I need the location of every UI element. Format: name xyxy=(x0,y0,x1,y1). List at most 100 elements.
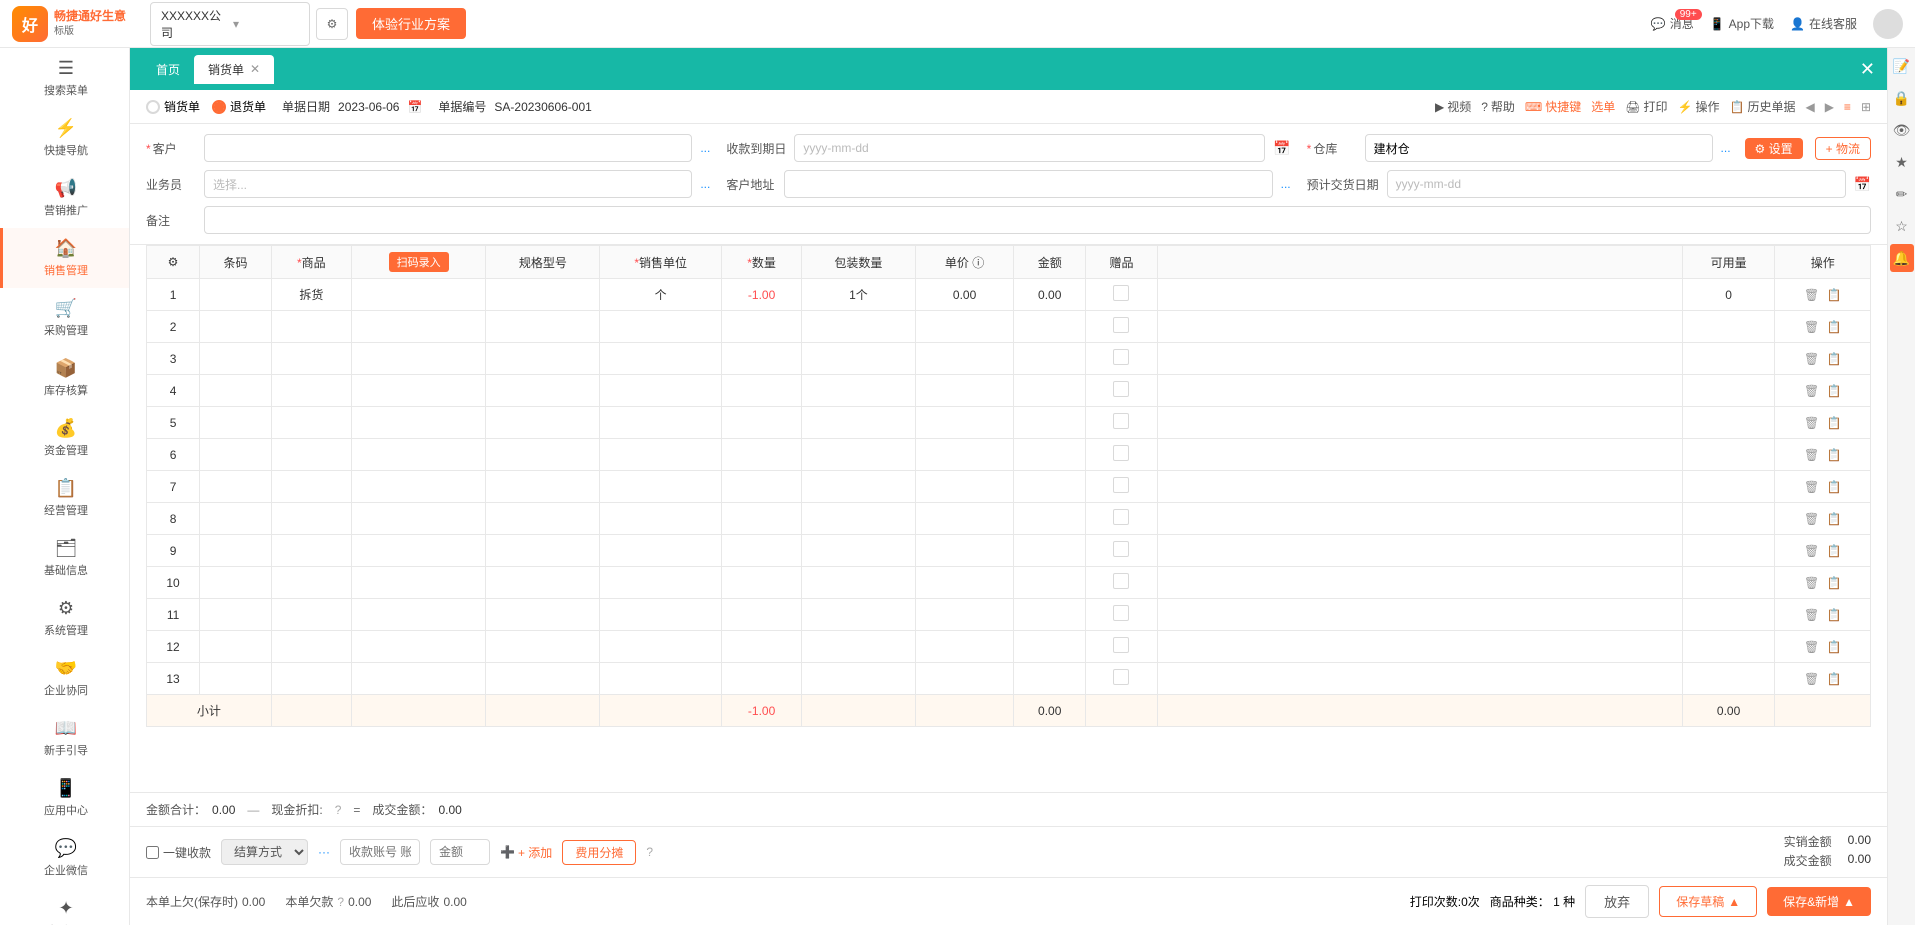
logistics-btn[interactable]: + 物流 xyxy=(1815,137,1871,160)
row-pack-qty[interactable] xyxy=(802,503,916,535)
copy-icon[interactable]: 📋 xyxy=(1827,448,1842,462)
row-product[interactable] xyxy=(271,631,351,663)
nav-next-icon[interactable]: ▶ xyxy=(1825,100,1834,114)
gift-checkbox[interactable] xyxy=(1113,445,1129,461)
far-right-lock-btn[interactable]: 🔒 xyxy=(1890,84,1914,112)
row-amount[interactable] xyxy=(1014,535,1086,567)
row-gift[interactable] xyxy=(1086,311,1158,343)
row-unit[interactable] xyxy=(600,375,722,407)
nav-prev-icon[interactable]: ◀ xyxy=(1805,100,1814,114)
expected-date-input[interactable]: yyyy-mm-dd xyxy=(1387,170,1846,198)
gift-checkbox[interactable] xyxy=(1113,509,1129,525)
row-barcode[interactable] xyxy=(200,471,272,503)
row-price[interactable] xyxy=(915,567,1014,599)
row-unit[interactable] xyxy=(600,535,722,567)
row-gift[interactable] xyxy=(1086,343,1158,375)
row-quantity[interactable] xyxy=(722,311,802,343)
one-click-payment-input[interactable] xyxy=(146,846,159,859)
far-right-fav-btn[interactable]: ☆ xyxy=(1890,212,1914,240)
row-pack-qty[interactable] xyxy=(802,439,916,471)
row-gift[interactable] xyxy=(1086,631,1158,663)
sidebar-item-operations[interactable]: 📋 经营管理 xyxy=(0,468,129,528)
payment-method-dots[interactable]: ··· xyxy=(318,845,330,859)
row-quantity[interactable] xyxy=(722,439,802,471)
calendar-icon-expected[interactable]: 📅 xyxy=(1854,176,1871,193)
row-amount[interactable] xyxy=(1014,343,1086,375)
row-product[interactable] xyxy=(271,535,351,567)
view-grid-icon[interactable]: ⊞ xyxy=(1861,100,1871,114)
row-spec[interactable] xyxy=(486,375,600,407)
avatar[interactable] xyxy=(1873,9,1903,39)
row-gift[interactable] xyxy=(1086,599,1158,631)
row-barcode[interactable] xyxy=(200,599,272,631)
row-price[interactable] xyxy=(915,471,1014,503)
row-quantity[interactable] xyxy=(722,343,802,375)
row-quantity[interactable]: -1.00 xyxy=(722,279,802,311)
payment-due-input[interactable]: yyyy-mm-dd xyxy=(794,134,1265,162)
gift-checkbox[interactable] xyxy=(1113,285,1129,301)
row-pack-qty[interactable] xyxy=(802,375,916,407)
row-spec[interactable] xyxy=(486,343,600,375)
sidebar-item-quick-nav[interactable]: ⚡ 快捷导航 xyxy=(0,108,129,168)
row-quantity[interactable] xyxy=(722,599,802,631)
row-product[interactable] xyxy=(271,375,351,407)
row-spec[interactable] xyxy=(486,663,600,695)
row-product[interactable] xyxy=(271,567,351,599)
row-gift[interactable] xyxy=(1086,567,1158,599)
row-amount[interactable] xyxy=(1014,567,1086,599)
row-unit[interactable] xyxy=(600,503,722,535)
row-gift[interactable] xyxy=(1086,535,1158,567)
row-gift[interactable] xyxy=(1086,439,1158,471)
gift-checkbox[interactable] xyxy=(1113,669,1129,685)
row-pack-qty[interactable] xyxy=(802,343,916,375)
payment-account-input[interactable] xyxy=(340,839,420,865)
sidebar-item-finance[interactable]: 💰 资金管理 xyxy=(0,408,129,468)
salesperson-input[interactable]: 选择... xyxy=(204,170,692,198)
row-spec[interactable] xyxy=(486,407,600,439)
row-amount[interactable] xyxy=(1014,599,1086,631)
gift-checkbox[interactable] xyxy=(1113,349,1129,365)
copy-icon[interactable]: 📋 xyxy=(1827,640,1842,654)
sidebar-item-guide[interactable]: 📖 新手引导 xyxy=(0,708,129,768)
company-selector[interactable]: XXXXXX公司 ▾ xyxy=(150,2,310,46)
sidebar-item-basic[interactable]: 🗂 基础信息 xyxy=(0,528,129,588)
sidebar-item-inventory[interactable]: 📦 库存核算 xyxy=(0,348,129,408)
sidebar-item-wechat[interactable]: 💬 企业微信 xyxy=(0,828,129,888)
row-spec[interactable] xyxy=(486,503,600,535)
customer-input[interactable] xyxy=(204,134,692,162)
payment-amount-input[interactable] xyxy=(430,839,490,865)
row-amount[interactable] xyxy=(1014,503,1086,535)
row-price[interactable] xyxy=(915,535,1014,567)
row-barcode[interactable] xyxy=(200,631,272,663)
gift-checkbox[interactable] xyxy=(1113,573,1129,589)
row-unit[interactable] xyxy=(600,439,722,471)
abandon-button[interactable]: 放弃 xyxy=(1585,885,1649,918)
row-price[interactable] xyxy=(915,375,1014,407)
sidebar-item-marketing[interactable]: 📢 营销推广 xyxy=(0,168,129,228)
sidebar-item-enterprise[interactable]: 🤝 企业协同 xyxy=(0,648,129,708)
row-barcode[interactable] xyxy=(200,407,272,439)
row-barcode[interactable] xyxy=(200,535,272,567)
radio-sales[interactable]: 销货单 xyxy=(146,98,200,115)
video-btn[interactable]: ▶视频 xyxy=(1435,98,1471,115)
delete-icon[interactable]: 🗑 xyxy=(1804,480,1819,494)
row-unit[interactable] xyxy=(600,407,722,439)
gift-checkbox[interactable] xyxy=(1113,413,1129,429)
row-quantity[interactable] xyxy=(722,407,802,439)
row-barcode[interactable] xyxy=(200,503,272,535)
gift-checkbox[interactable] xyxy=(1113,477,1129,493)
close-window-icon[interactable]: ✕ xyxy=(1860,59,1875,80)
row-product[interactable] xyxy=(271,407,351,439)
row-quantity[interactable] xyxy=(722,471,802,503)
sidebar-item-appstore[interactable]: 📱 应用中心 xyxy=(0,768,129,828)
far-right-pen-btn[interactable]: ✏ xyxy=(1890,180,1914,208)
row-unit[interactable] xyxy=(600,471,722,503)
sidebar-item-sales[interactable]: 🏠 销售管理 xyxy=(0,228,129,288)
operate-btn[interactable]: ⚡操作 xyxy=(1678,98,1720,115)
th-scan[interactable]: 扫码录入 xyxy=(351,246,486,279)
delete-icon[interactable]: 🗑 xyxy=(1804,416,1819,430)
row-price[interactable] xyxy=(915,599,1014,631)
expense-btn[interactable]: 费用分摊 xyxy=(562,840,636,865)
copy-icon[interactable]: 📋 xyxy=(1827,416,1842,430)
gift-checkbox[interactable] xyxy=(1113,637,1129,653)
